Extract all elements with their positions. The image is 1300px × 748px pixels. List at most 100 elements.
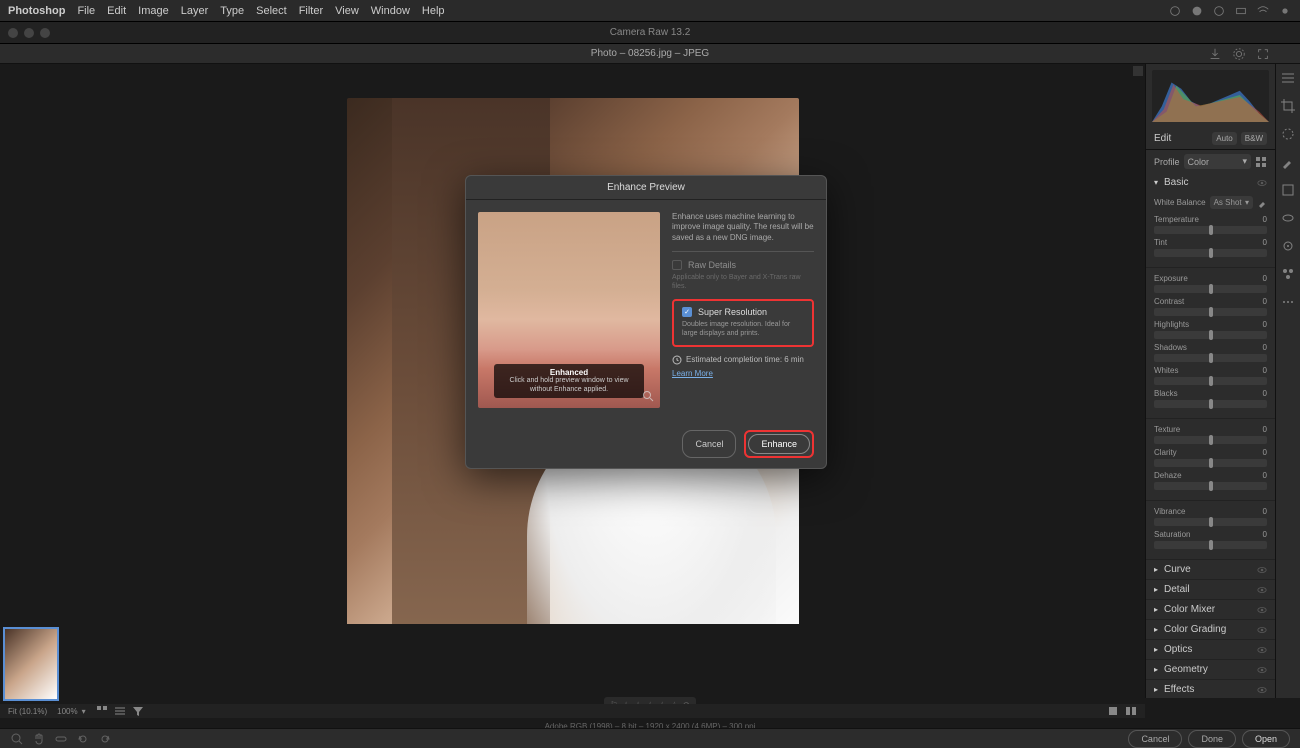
save-icon[interactable]: [1208, 47, 1222, 61]
menu-edit[interactable]: Edit: [107, 5, 126, 17]
traffic-lights[interactable]: [8, 28, 50, 38]
info-bar: Fit (10.1%) 100% ▾: [0, 704, 1145, 718]
zoom-icon[interactable]: [642, 390, 654, 402]
list-view-icon[interactable]: [114, 705, 126, 717]
section-detail[interactable]: ▸Detail: [1146, 580, 1275, 599]
menu-file[interactable]: File: [77, 5, 95, 17]
basic-section: ▾Basic White Balance As Shot▾ Temperatur…: [1146, 173, 1275, 560]
eye-icon[interactable]: [1257, 685, 1267, 695]
slider-contrast[interactable]: Contrast0: [1154, 297, 1267, 316]
super-resolution-desc: Doubles image resolution. Ideal for larg…: [682, 320, 804, 338]
record-icon: [1190, 4, 1204, 18]
settings-icon[interactable]: [1232, 47, 1246, 61]
slider-exposure[interactable]: Exposure0: [1154, 274, 1267, 293]
auto-button[interactable]: Auto: [1212, 132, 1236, 145]
menu-window[interactable]: Window: [371, 5, 410, 17]
grid-view-icon[interactable]: [96, 705, 108, 717]
timer-icon: [672, 355, 682, 365]
section-effects[interactable]: ▸Effects: [1146, 680, 1275, 698]
more-tool-icon[interactable]: [1280, 294, 1296, 310]
eye-icon[interactable]: [1257, 625, 1267, 635]
heal-tool-icon[interactable]: [1280, 126, 1296, 142]
dialog-description: Enhance uses machine learning to improve…: [672, 212, 814, 252]
section-curve[interactable]: ▸Curve: [1146, 560, 1275, 579]
gradient-tool-icon[interactable]: [1280, 182, 1296, 198]
crop-tool-icon[interactable]: [1280, 98, 1296, 114]
thumbnail[interactable]: [3, 627, 59, 701]
rotate-cw-icon[interactable]: [98, 732, 112, 746]
menu-layer[interactable]: Layer: [181, 5, 209, 17]
tool-strip: [1275, 64, 1300, 698]
bottom-cancel-button[interactable]: Cancel: [1128, 730, 1182, 748]
presets-tool-icon[interactable]: [1280, 266, 1296, 282]
slider-tint[interactable]: Tint0: [1154, 238, 1267, 257]
menu-view[interactable]: View: [335, 5, 359, 17]
slider-highlights[interactable]: Highlights0: [1154, 320, 1267, 339]
wifi-icon: [1256, 4, 1270, 18]
super-resolution-checkbox[interactable]: [682, 307, 692, 317]
section-geometry[interactable]: ▸Geometry: [1146, 660, 1275, 679]
enhance-button[interactable]: Enhance: [748, 434, 810, 454]
eye-icon[interactable]: [1257, 665, 1267, 675]
enhance-preview-image[interactable]: Enhanced Click and hold preview window t…: [478, 212, 660, 408]
menu-photoshop[interactable]: Photoshop: [8, 5, 65, 17]
clip-warning-right[interactable]: [1133, 66, 1143, 76]
toggle-icon[interactable]: [54, 732, 68, 746]
slider-clarity[interactable]: Clarity0: [1154, 448, 1267, 467]
eye-icon[interactable]: [1257, 585, 1267, 595]
eyedropper-icon[interactable]: [1257, 198, 1267, 208]
eye-icon[interactable]: [1257, 178, 1267, 188]
open-button[interactable]: Open: [1242, 730, 1290, 748]
hand-icon[interactable]: [32, 732, 46, 746]
rotate-ccw-icon[interactable]: [76, 732, 90, 746]
wb-select[interactable]: As Shot▾: [1210, 196, 1253, 209]
fullscreen-icon[interactable]: [1256, 47, 1270, 61]
profile-grid-icon[interactable]: [1255, 156, 1267, 168]
edit-tool-icon[interactable]: [1280, 70, 1296, 86]
basic-header[interactable]: ▾Basic: [1146, 173, 1275, 192]
slider-saturation[interactable]: Saturation0: [1154, 530, 1267, 549]
menu-select[interactable]: Select: [256, 5, 287, 17]
compare-view-icon[interactable]: [1125, 705, 1137, 717]
menu-image[interactable]: Image: [138, 5, 169, 17]
single-view-icon[interactable]: [1107, 705, 1119, 717]
siri-icon: [1278, 4, 1292, 18]
preview-tooltip: Enhanced Click and hold preview window t…: [494, 364, 644, 398]
slider-temperature[interactable]: Temperature0: [1154, 215, 1267, 234]
menu-type[interactable]: Type: [220, 5, 244, 17]
slider-whites[interactable]: Whites0: [1154, 366, 1267, 385]
learn-more-link[interactable]: Learn More: [672, 369, 713, 378]
profile-select[interactable]: Color▾: [1184, 154, 1251, 169]
slider-texture[interactable]: Texture0: [1154, 425, 1267, 444]
brush-tool-icon[interactable]: [1280, 154, 1296, 170]
redeye-tool-icon[interactable]: [1280, 238, 1296, 254]
section-color mixer[interactable]: ▸Color Mixer: [1146, 600, 1275, 619]
section-color grading[interactable]: ▸Color Grading: [1146, 620, 1275, 639]
radial-tool-icon[interactable]: [1280, 210, 1296, 226]
zoom-plus-icon[interactable]: [10, 732, 24, 746]
menu-filter[interactable]: Filter: [299, 5, 323, 17]
histogram[interactable]: [1152, 70, 1269, 122]
document-name: Photo – 08256.jpg – JPEG: [591, 48, 709, 59]
super-resolution-label: Super Resolution: [698, 307, 767, 317]
eye-icon[interactable]: [1257, 645, 1267, 655]
raw-details-option: Raw Details Applicable only to Bayer and…: [672, 260, 814, 291]
white-balance-row: White Balance As Shot▾: [1146, 192, 1275, 213]
eye-icon[interactable]: [1257, 605, 1267, 615]
zoom-select[interactable]: 100% ▾: [57, 707, 85, 716]
filter-icon[interactable]: [132, 705, 144, 717]
slider-blacks[interactable]: Blacks0: [1154, 389, 1267, 408]
slider-shadows[interactable]: Shadows0: [1154, 343, 1267, 362]
slider-dehaze[interactable]: Dehaze0: [1154, 471, 1267, 490]
status-icons: [1168, 4, 1292, 18]
cancel-button[interactable]: Cancel: [682, 430, 736, 458]
done-button[interactable]: Done: [1188, 730, 1236, 748]
slider-vibrance[interactable]: Vibrance0: [1154, 507, 1267, 526]
menu-help[interactable]: Help: [422, 5, 445, 17]
profile-row: Profile Color▾: [1146, 150, 1275, 173]
bw-button[interactable]: B&W: [1241, 132, 1267, 145]
fit-label[interactable]: Fit (10.1%): [8, 707, 47, 716]
section-optics[interactable]: ▸Optics: [1146, 640, 1275, 659]
window-title: Camera Raw 13.2: [610, 27, 691, 38]
eye-icon[interactable]: [1257, 565, 1267, 575]
